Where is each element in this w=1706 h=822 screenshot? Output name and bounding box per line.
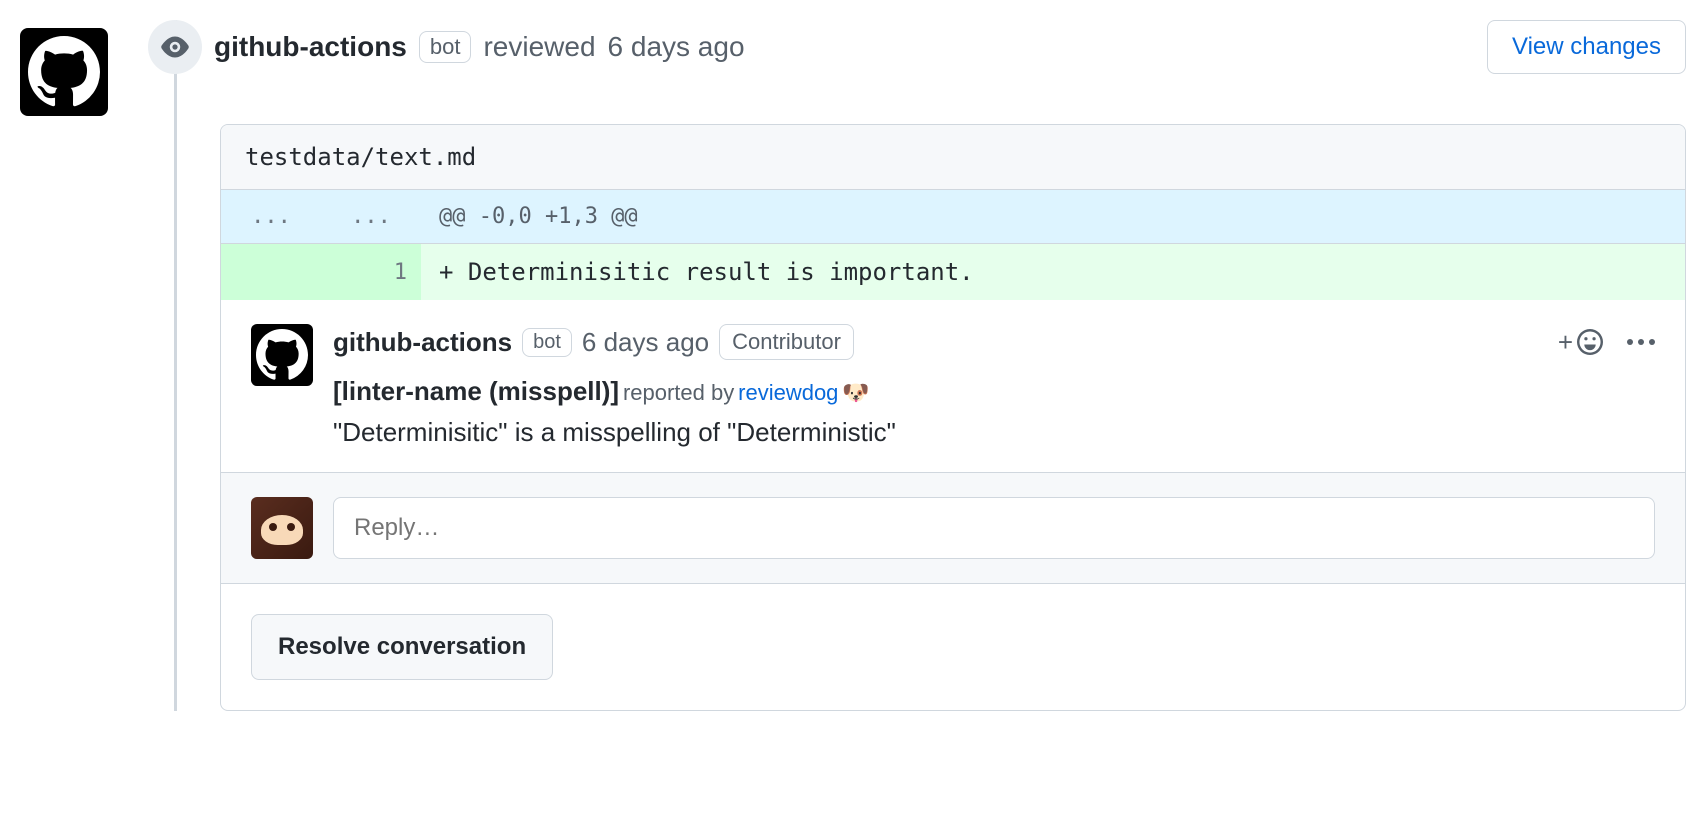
diff-line-content: + Determinisitic result is important. — [421, 244, 1685, 301]
current-user-avatar[interactable] — [251, 497, 313, 559]
diff-table: ... ... @@ -0,0 +1,3 @@ 1 + Determinisit… — [221, 190, 1685, 300]
comment-timestamp[interactable]: 6 days ago — [582, 327, 709, 358]
file-path[interactable]: testdata/text.md — [221, 125, 1685, 190]
comment-header: github-actions bot 6 days ago Contributo… — [333, 324, 1655, 360]
reviewdog-link[interactable]: reviewdog — [738, 380, 838, 405]
comment-author[interactable]: github-actions — [333, 327, 512, 358]
comment-menu-button[interactable] — [1627, 339, 1655, 345]
bot-label: bot — [419, 31, 472, 63]
add-reaction-button[interactable]: + — [1558, 327, 1603, 358]
review-actor[interactable]: github-actions — [214, 31, 407, 63]
linter-title: [linter-name (misspell)] — [333, 376, 619, 406]
hunk-marker-left: ... — [221, 190, 321, 244]
comment-body-text: "Determinisitic" is a misspelling of "De… — [333, 417, 1655, 448]
view-changes-button[interactable]: View changes — [1487, 20, 1686, 74]
comment-author-avatar[interactable] — [251, 324, 313, 386]
bot-label: bot — [522, 328, 572, 357]
review-panel: testdata/text.md ... ... @@ -0,0 +1,3 @@… — [220, 124, 1686, 711]
comment-content-line1: [linter-name (misspell)] reported by rev… — [333, 376, 1655, 407]
eye-icon — [161, 33, 189, 61]
smiley-icon — [1577, 329, 1603, 355]
reported-by-text: reported by — [623, 380, 734, 405]
review-action: reviewed — [483, 31, 595, 63]
line-num-new: 1 — [321, 244, 421, 301]
reply-block — [221, 473, 1685, 584]
diff-added-row: 1 + Determinisitic result is important. — [221, 244, 1685, 301]
github-mark-icon — [256, 329, 308, 381]
review-timestamp[interactable]: 6 days ago — [608, 31, 745, 63]
github-mark-icon — [28, 36, 100, 108]
diff-hunk-row: ... ... @@ -0,0 +1,3 @@ — [221, 190, 1685, 244]
hunk-marker-right: ... — [321, 190, 421, 244]
review-eye-badge — [148, 20, 202, 74]
dog-emoji-icon: 🐶 — [842, 380, 869, 405]
resolve-conversation-button[interactable]: Resolve conversation — [251, 614, 553, 680]
hunk-header: @@ -0,0 +1,3 @@ — [421, 190, 1685, 244]
review-comment: github-actions bot 6 days ago Contributo… — [221, 300, 1685, 473]
reply-input[interactable] — [333, 497, 1655, 559]
line-num-old — [221, 244, 321, 301]
timeline-line — [174, 20, 177, 711]
review-header: github-actions bot reviewed 6 days ago V… — [148, 20, 1686, 74]
pr-author-avatar[interactable] — [20, 28, 108, 116]
plus-sign: + — [1558, 327, 1573, 358]
resolve-block: Resolve conversation — [221, 584, 1685, 710]
contributor-badge: Contributor — [719, 324, 854, 360]
